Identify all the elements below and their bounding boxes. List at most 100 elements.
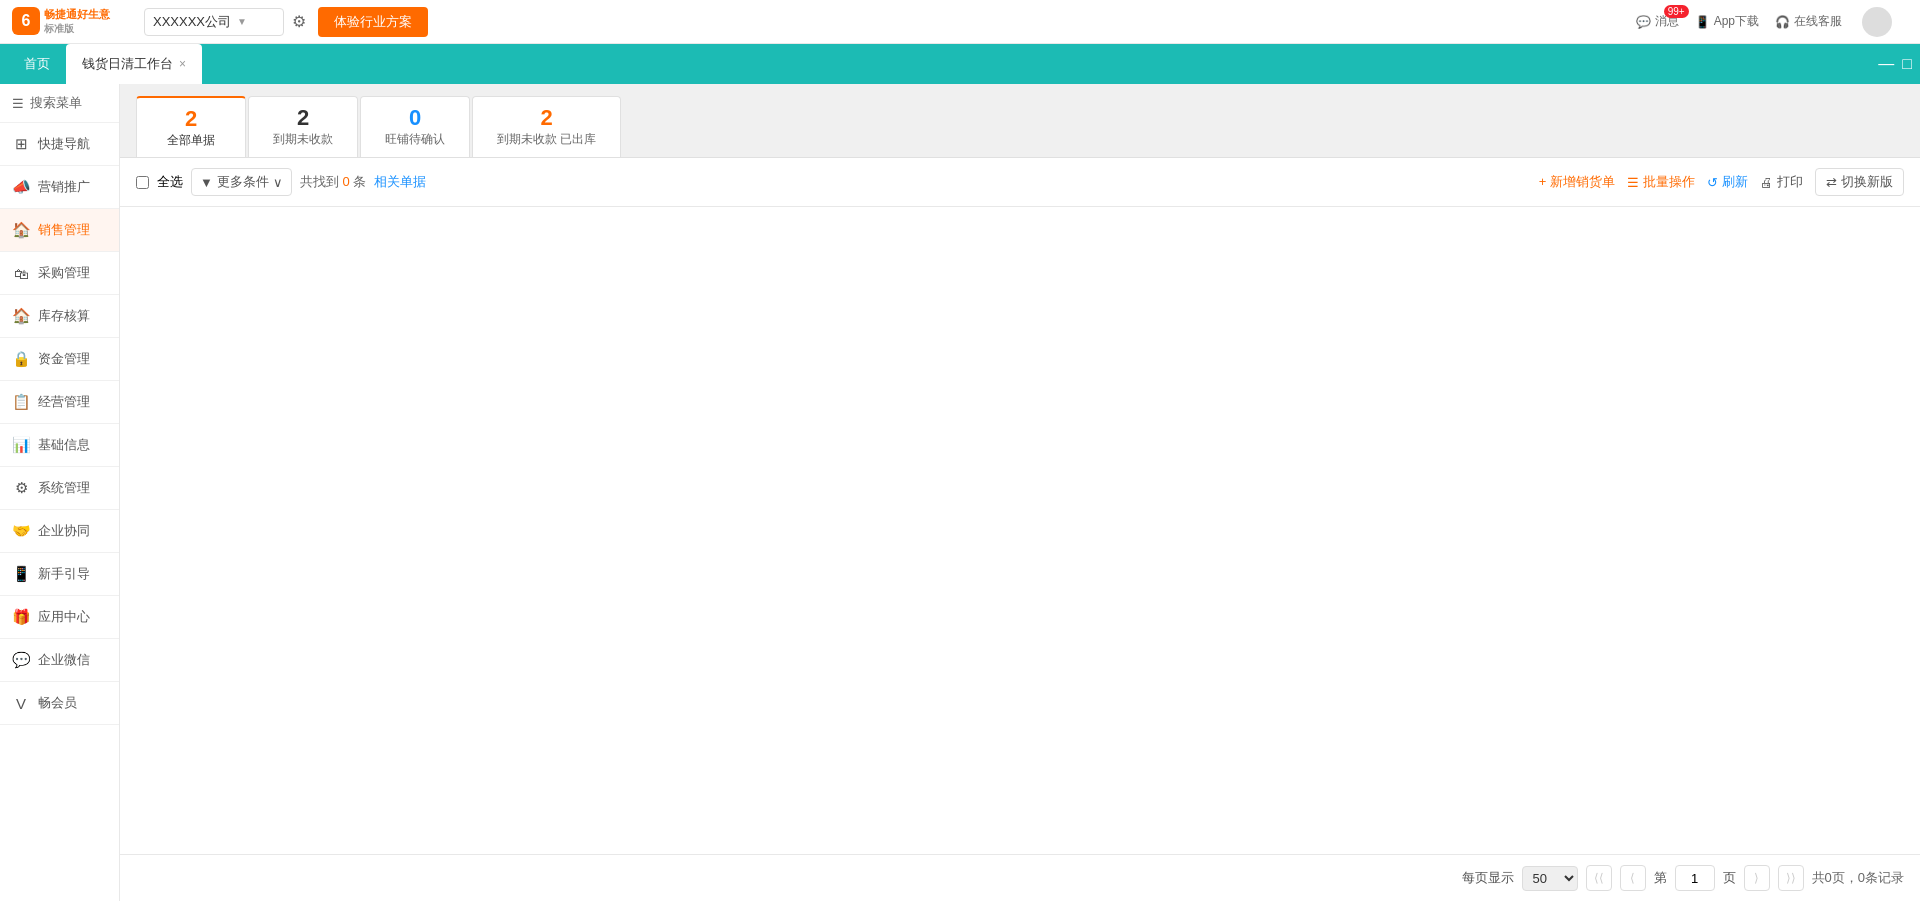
megaphone-icon: 📣 [12, 178, 30, 196]
switch-label: 切换新版 [1841, 173, 1893, 191]
company-name: XXXXXX公司 [153, 13, 231, 31]
sidebar-item-yingyongzhongxin[interactable]: 🎁 应用中心 [0, 596, 119, 639]
summary-tab-overdue-shipped[interactable]: 2 到期未收款 已出库 [472, 96, 621, 157]
page-suffix: 页 [1723, 869, 1736, 887]
toolbar: 全选 ▼ 更多条件 ∨ 共找到 0 条 相关单据 + 新增销货单 ☰ 批量操作 [120, 158, 1920, 207]
empty-state [120, 207, 1920, 854]
found-unit: 条 [353, 174, 366, 189]
tab-home[interactable]: 首页 [8, 44, 66, 84]
overdue-count: 2 [297, 105, 309, 131]
member-icon: V [12, 695, 30, 712]
summary-tab-wangpu[interactable]: 0 旺铺待确认 [360, 96, 470, 157]
all-label: 全部单据 [167, 132, 215, 149]
wechat-icon: 💬 [12, 651, 30, 669]
sidebar-item-yingxiaotuiguang[interactable]: 📣 营销推广 [0, 166, 119, 209]
sidebar-item-qiyexietong[interactable]: 🤝 企业协同 [0, 510, 119, 553]
select-all-checkbox[interactable] [136, 176, 149, 189]
add-sales-order-button[interactable]: + 新增销货单 [1539, 173, 1615, 191]
sidebar-item-label: 销售管理 [38, 221, 90, 239]
summary-tab-all[interactable]: 2 全部单据 [136, 96, 246, 157]
per-page-label: 每页显示 [1462, 869, 1514, 887]
switch-version-button[interactable]: ⇄ 切换新版 [1815, 168, 1904, 196]
batch-label: 批量操作 [1643, 173, 1695, 191]
filter-icon: ▼ [200, 175, 213, 190]
topbar-right: 💬 消息 99+ 📱 App下载 🎧 在线客服 [1636, 7, 1908, 37]
sidebar-item-kucunhesuan[interactable]: 🏠 库存核算 [0, 295, 119, 338]
topbar: 6 畅捷通好生意 标准版 XXXXXX公司 ▼ ⚙ 体验行业方案 💬 消息 99… [0, 0, 1920, 44]
sidebar-item-zijinguanli[interactable]: 🔒 资金管理 [0, 338, 119, 381]
sidebar-item-xinshouyindao[interactable]: 📱 新手引导 [0, 553, 119, 596]
filter-button[interactable]: ▼ 更多条件 ∨ [191, 168, 292, 196]
minimize-button[interactable]: — [1878, 55, 1894, 73]
pagination: 每页显示 50 10 20 100 ⟨⟨ ⟨ 第 页 ⟩ ⟩⟩ 共0页，0条记录 [120, 854, 1920, 901]
sidebar-item-label: 基础信息 [38, 436, 90, 454]
report-icon: 📋 [12, 393, 30, 411]
database-icon: 📊 [12, 436, 30, 454]
experience-button[interactable]: 体验行业方案 [318, 7, 428, 37]
next-page-button[interactable]: ⟩ [1744, 865, 1770, 891]
first-page-button[interactable]: ⟨⟨ [1586, 865, 1612, 891]
overdue-shipped-count: 2 [541, 105, 553, 131]
sidebar-item-changhyuian[interactable]: V 畅会员 [0, 682, 119, 725]
sidebar-item-label: 快捷导航 [38, 135, 90, 153]
sidebar-item-label: 资金管理 [38, 350, 90, 368]
app-download-button[interactable]: 📱 App下载 [1695, 13, 1759, 30]
sidebar-item-jingyingguanli[interactable]: 📋 经营管理 [0, 381, 119, 424]
sidebar-item-label: 库存核算 [38, 307, 90, 325]
page-input[interactable] [1675, 865, 1715, 891]
warehouse-icon: 🏠 [12, 307, 30, 325]
logo-sub: 标准版 [44, 22, 110, 36]
close-icon[interactable]: × [179, 57, 186, 71]
select-all-label: 全选 [157, 173, 183, 191]
refresh-label: 刷新 [1722, 173, 1748, 191]
settings-icon[interactable]: ⚙ [292, 12, 306, 31]
print-label: 打印 [1777, 173, 1803, 191]
message-button[interactable]: 💬 消息 99+ [1636, 13, 1679, 30]
tab-qianhuoqingongzuotai[interactable]: 钱货日清工作台 × [66, 44, 202, 84]
grid-icon: ⊞ [12, 135, 30, 153]
chevron-down-icon: ▼ [237, 16, 247, 27]
found-prefix: 共找到 [300, 174, 339, 189]
overdue-shipped-label: 到期未收款 已出库 [497, 131, 596, 148]
prev-page-button[interactable]: ⟨ [1620, 865, 1646, 891]
maximize-button[interactable]: □ [1902, 55, 1912, 73]
total-info: 共0页，0条记录 [1812, 869, 1904, 887]
batch-operation-button[interactable]: ☰ 批量操作 [1627, 173, 1695, 191]
chevron-down-icon: ∨ [273, 175, 283, 190]
sidebar-item-jichuxinxi[interactable]: 📊 基础信息 [0, 424, 119, 467]
home-label: 首页 [24, 55, 50, 73]
last-page-button[interactable]: ⟩⟩ [1778, 865, 1804, 891]
tab-nav: 首页 钱货日清工作台 × — □ [0, 44, 1920, 84]
sidebar-item-label: 应用中心 [38, 608, 90, 626]
online-service-button[interactable]: 🎧 在线客服 [1775, 13, 1842, 30]
sidebar-item-label: 企业协同 [38, 522, 90, 540]
search-menu[interactable]: ☰ 搜索菜单 [0, 84, 119, 123]
search-menu-label: 搜索菜单 [30, 94, 82, 112]
logo-icon: 6 [12, 7, 40, 35]
per-page-select[interactable]: 50 10 20 100 [1522, 866, 1578, 891]
sidebar-item-xitongguanli[interactable]: ⚙ 系统管理 [0, 467, 119, 510]
collab-icon: 🤝 [12, 522, 30, 540]
toolbar-left: 全选 ▼ 更多条件 ∨ 共找到 0 条 相关单据 [136, 168, 1531, 196]
shopping-icon: 🛍 [12, 265, 30, 282]
batch-icon: ☰ [1627, 175, 1639, 190]
refresh-icon: ↺ [1707, 175, 1718, 190]
sidebar-item-qiyeweixin[interactable]: 💬 企业微信 [0, 639, 119, 682]
related-link[interactable]: 相关单据 [374, 173, 426, 191]
company-selector[interactable]: XXXXXX公司 ▼ [144, 8, 284, 36]
guide-icon: 📱 [12, 565, 30, 583]
sidebar-item-label: 畅会员 [38, 694, 77, 712]
sidebar-item-caigouguanli[interactable]: 🛍 采购管理 [0, 252, 119, 295]
sidebar: ☰ 搜索菜单 ⊞ 快捷导航 📣 营销推广 🏠 销售管理 🛍 采购管理 🏠 库存核… [0, 84, 120, 901]
avatar[interactable] [1862, 7, 1892, 37]
refresh-button[interactable]: ↺ 刷新 [1707, 173, 1748, 191]
summary-tabs: 2 全部单据 2 到期未收款 0 旺铺待确认 2 到期未收款 已出库 [120, 84, 1920, 158]
print-button[interactable]: 🖨 打印 [1760, 173, 1803, 191]
layout: ☰ 搜索菜单 ⊞ 快捷导航 📣 营销推广 🏠 销售管理 🛍 采购管理 🏠 库存核… [0, 84, 1920, 901]
sidebar-item-xiaoshouguanli[interactable]: 🏠 销售管理 [0, 209, 119, 252]
online-service-label: 在线客服 [1794, 13, 1842, 30]
summary-tab-overdue[interactable]: 2 到期未收款 [248, 96, 358, 157]
sidebar-item-kuaijiedaohang[interactable]: ⊞ 快捷导航 [0, 123, 119, 166]
logo: 6 畅捷通好生意 标准版 [12, 7, 132, 35]
main-content: 2 全部单据 2 到期未收款 0 旺铺待确认 2 到期未收款 已出库 全选 [120, 84, 1920, 901]
